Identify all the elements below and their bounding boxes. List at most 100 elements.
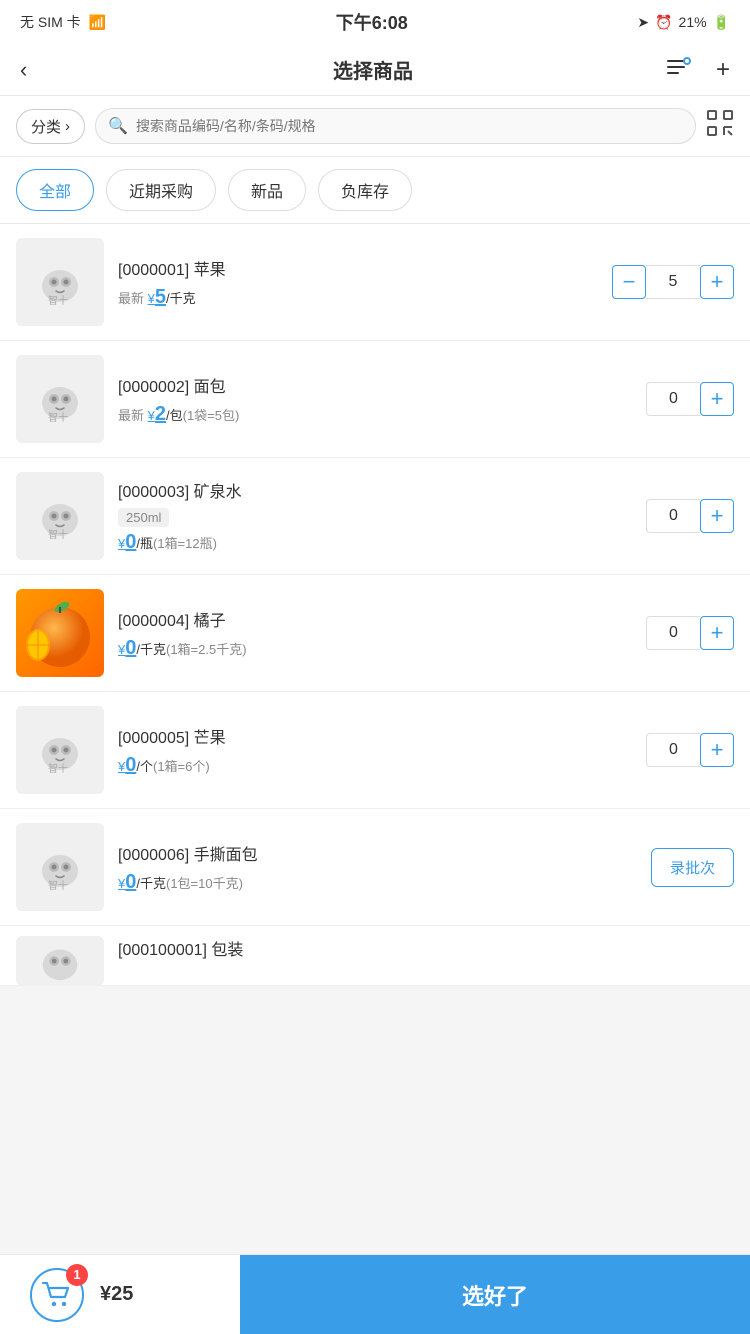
quantity-control[interactable]: + bbox=[646, 382, 734, 416]
nav-actions: + bbox=[666, 56, 730, 84]
product-image bbox=[16, 936, 104, 986]
orange-image bbox=[16, 589, 104, 677]
battery-icon: 🔋 bbox=[713, 14, 730, 31]
add-icon[interactable]: + bbox=[716, 56, 730, 84]
list-item: 智十 [0000002] 面包 最新 ¥2/包(1袋=5包) + bbox=[0, 341, 750, 458]
product-info: [0000002] 面包 最新 ¥2/包(1袋=5包) bbox=[118, 373, 632, 426]
back-icon[interactable]: ‹ bbox=[20, 57, 27, 82]
bottom-bar: 1 ¥25 选好了 bbox=[0, 1254, 750, 1334]
owl-icon: 智十 bbox=[16, 472, 104, 560]
status-right: ➤ ⏰ 21% 🔋 bbox=[637, 14, 730, 31]
batch-button[interactable]: 录批次 bbox=[651, 848, 734, 887]
quantity-control[interactable]: + bbox=[646, 499, 734, 533]
product-name: [0000002] 面包 bbox=[118, 373, 632, 397]
owl-icon: 智十 bbox=[16, 238, 104, 326]
list-item: 智十 [0000001] 苹果 最新 ¥5/千克 − + bbox=[0, 224, 750, 341]
product-name: [0000004] 橘子 bbox=[118, 607, 632, 631]
list-item: [0000004] 橘子 ¥0/千克(1箱=2.5千克) + bbox=[0, 575, 750, 692]
quantity-increase-button[interactable]: + bbox=[700, 616, 734, 650]
owl-icon: 智十 bbox=[16, 706, 104, 794]
search-input[interactable] bbox=[136, 118, 683, 134]
product-info: [0000004] 橘子 ¥0/千克(1箱=2.5千克) bbox=[118, 607, 632, 660]
cart-section: 1 ¥25 bbox=[0, 1268, 240, 1322]
product-info: [000100001] 包装 bbox=[118, 936, 734, 966]
search-box[interactable]: 🔍 bbox=[95, 108, 696, 144]
list-item: 智十 [0000006] 手撕面包 ¥0/千克(1包=10千克) 录批次 bbox=[0, 809, 750, 926]
product-image: 智十 bbox=[16, 238, 104, 326]
status-left: 无 SIM 卡 📶 bbox=[20, 12, 106, 32]
product-list: 智十 [0000001] 苹果 最新 ¥5/千克 − + bbox=[0, 224, 750, 986]
cart-button[interactable]: 1 bbox=[30, 1268, 84, 1322]
product-image: 智十 bbox=[16, 355, 104, 443]
tab-recent[interactable]: 近期采购 bbox=[106, 169, 216, 211]
list-item: [000100001] 包装 bbox=[0, 926, 750, 986]
list-item: 智十 [0000003] 矿泉水 250ml ¥0/瓶(1箱=12瓶) + bbox=[0, 458, 750, 575]
toolbar: 分类 › 🔍 bbox=[0, 96, 750, 157]
product-price: ¥0/千克(1包=10千克) bbox=[118, 871, 637, 894]
search-icon: 🔍 bbox=[108, 116, 128, 136]
category-button[interactable]: 分类 › bbox=[16, 109, 85, 144]
product-name: [000100001] 包装 bbox=[118, 936, 734, 960]
product-price: 最新 ¥5/千克 bbox=[118, 286, 598, 309]
owl-icon: 智十 bbox=[16, 823, 104, 911]
cart-badge: 1 bbox=[66, 1264, 88, 1286]
cart-total: ¥25 bbox=[100, 1283, 133, 1306]
svg-text:智十: 智十 bbox=[48, 528, 68, 541]
product-price: ¥0/个(1箱=6个) bbox=[118, 754, 632, 777]
quantity-increase-button[interactable]: + bbox=[700, 382, 734, 416]
list-item: 智十 [0000005] 芒果 ¥0/个(1箱=6个) + bbox=[0, 692, 750, 809]
product-price: ¥0/瓶(1箱=12瓶) bbox=[118, 531, 632, 554]
quantity-input[interactable] bbox=[646, 265, 700, 299]
nav-bar: ‹ 选择商品 + bbox=[0, 44, 750, 96]
battery-label: 21% bbox=[679, 14, 707, 30]
category-label: 分类 bbox=[31, 116, 61, 137]
product-name: [0000005] 芒果 bbox=[118, 724, 632, 748]
filter-tabs: 全部 近期采购 新品 负库存 bbox=[0, 157, 750, 224]
product-name: [0000003] 矿泉水 bbox=[118, 478, 632, 502]
svg-text:智十: 智十 bbox=[48, 411, 68, 424]
product-image: 智十 bbox=[16, 823, 104, 911]
tab-all[interactable]: 全部 bbox=[16, 169, 94, 211]
product-info: [0000001] 苹果 最新 ¥5/千克 bbox=[118, 256, 598, 309]
status-bar: 无 SIM 卡 📶 下午6:08 ➤ ⏰ 21% 🔋 bbox=[0, 0, 750, 44]
quantity-increase-button[interactable]: + bbox=[700, 499, 734, 533]
wifi-icon: 📶 bbox=[89, 14, 106, 31]
product-name: [0000006] 手撕面包 bbox=[118, 841, 637, 865]
quantity-input[interactable] bbox=[646, 382, 700, 416]
quantity-control[interactable]: + bbox=[646, 616, 734, 650]
quantity-control[interactable]: + bbox=[646, 733, 734, 767]
svg-text:智十: 智十 bbox=[48, 294, 68, 307]
quantity-decrease-button[interactable]: − bbox=[612, 265, 646, 299]
svg-text:智十: 智十 bbox=[48, 879, 68, 892]
page-title: 选择商品 bbox=[333, 55, 413, 84]
product-price: ¥0/千克(1箱=2.5千克) bbox=[118, 637, 632, 660]
filter-icon[interactable] bbox=[666, 56, 692, 84]
location-icon: ➤ bbox=[637, 14, 649, 31]
product-info: [0000005] 芒果 ¥0/个(1箱=6个) bbox=[118, 724, 632, 777]
quantity-input[interactable] bbox=[646, 499, 700, 533]
quantity-control[interactable]: − + bbox=[612, 265, 734, 299]
quantity-input[interactable] bbox=[646, 733, 700, 767]
product-price: 最新 ¥2/包(1袋=5包) bbox=[118, 403, 632, 426]
quantity-input[interactable] bbox=[646, 616, 700, 650]
product-image: 智十 bbox=[16, 472, 104, 560]
product-spec: 250ml bbox=[118, 508, 169, 527]
tab-negative[interactable]: 负库存 bbox=[318, 169, 412, 211]
scan-icon[interactable] bbox=[706, 109, 734, 143]
svg-text:智十: 智十 bbox=[48, 762, 68, 775]
tab-new[interactable]: 新品 bbox=[228, 169, 306, 211]
product-image: 智十 bbox=[16, 706, 104, 794]
owl-icon: 智十 bbox=[16, 355, 104, 443]
confirm-button[interactable]: 选好了 bbox=[240, 1255, 750, 1334]
owl-icon bbox=[16, 936, 104, 986]
quantity-increase-button[interactable]: + bbox=[700, 265, 734, 299]
quantity-increase-button[interactable]: + bbox=[700, 733, 734, 767]
alarm-icon: ⏰ bbox=[655, 14, 672, 31]
product-name: [0000001] 苹果 bbox=[118, 256, 598, 280]
nav-back[interactable]: ‹ bbox=[20, 57, 80, 83]
status-time: 下午6:08 bbox=[336, 9, 408, 35]
product-info: [0000006] 手撕面包 ¥0/千克(1包=10千克) bbox=[118, 841, 637, 894]
product-image bbox=[16, 589, 104, 677]
sim-label: 无 SIM 卡 bbox=[20, 12, 81, 32]
product-info: [0000003] 矿泉水 250ml ¥0/瓶(1箱=12瓶) bbox=[118, 478, 632, 554]
